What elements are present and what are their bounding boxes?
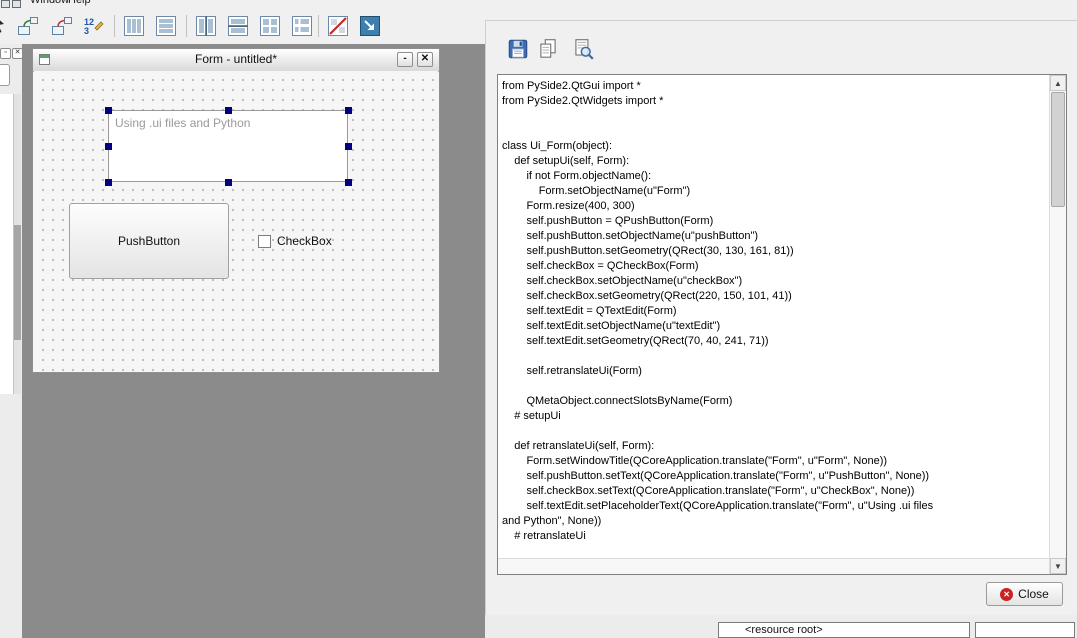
bottom-dock-strip: <resource root> xyxy=(485,615,1077,638)
form-window-title: Form - untitled* xyxy=(33,52,439,66)
edit-widgets-icon[interactable] xyxy=(0,14,14,38)
selection-handle-mid-right[interactable] xyxy=(345,143,352,150)
layout-horizontal-splitter-icon[interactable] xyxy=(194,14,218,38)
selection-handle-bottom-center[interactable] xyxy=(225,179,232,186)
scrollbar-thumb[interactable] xyxy=(1051,92,1065,207)
layout-horizontal-icon[interactable] xyxy=(122,14,146,38)
textedit-placeholder: Using .ui files and Python xyxy=(115,116,250,130)
form-window-titlebar[interactable]: Form - untitled* - ✕ xyxy=(33,49,439,72)
generated-code-text[interactable]: from PySide2.QtGui import * from PySide2… xyxy=(500,77,1047,556)
layout-vertical-icon[interactable] xyxy=(154,14,178,38)
selection-handle-top-right[interactable] xyxy=(345,107,352,114)
menu-window[interactable]: Window xyxy=(30,0,69,6)
selection-handle-bottom-right[interactable] xyxy=(345,179,352,186)
form-canvas[interactable]: Using .ui files and Python PushButton Ch… xyxy=(34,71,438,371)
horizontal-scrollbar[interactable] xyxy=(498,558,1049,574)
layout-grid-icon[interactable] xyxy=(258,14,282,38)
close-button[interactable]: ✕ xyxy=(417,52,433,67)
widget-filter-input[interactable] xyxy=(0,64,10,86)
dock-scrollbar-thumb[interactable] xyxy=(14,225,21,340)
widget-box-dock-fragment: ▫ ✕ xyxy=(0,44,22,638)
toolbar-separator xyxy=(318,15,319,37)
edit-tab-order-icon[interactable]: 12 3 xyxy=(82,14,106,38)
vertical-scrollbar[interactable]: ▲ ▼ xyxy=(1049,75,1066,574)
resource-side-pane[interactable] xyxy=(975,622,1075,638)
widget-list-fragment[interactable] xyxy=(0,94,14,394)
pushbutton-label: PushButton xyxy=(118,234,180,248)
selection-handle-bottom-left[interactable] xyxy=(105,179,112,186)
dock-scrollbar[interactable] xyxy=(14,94,21,394)
save-icon[interactable] xyxy=(506,37,530,61)
layout-vertical-splitter-icon[interactable] xyxy=(226,14,250,38)
edit-buddies-icon[interactable] xyxy=(50,14,74,38)
selection-handle-top-left[interactable] xyxy=(105,107,112,114)
window-close-icon[interactable] xyxy=(12,0,21,8)
window-restore-icon[interactable] xyxy=(1,0,10,8)
textedit-widget[interactable]: Using .ui files and Python xyxy=(108,110,348,182)
close-dialog-button[interactable]: ✕ Close xyxy=(986,582,1063,606)
layout-form-icon[interactable] xyxy=(290,14,314,38)
scroll-up-arrow[interactable]: ▲ xyxy=(1050,75,1066,91)
toolbar-separator xyxy=(114,15,115,37)
scroll-down-arrow[interactable]: ▼ xyxy=(1050,558,1066,574)
break-layout-icon[interactable] xyxy=(326,14,350,38)
dock-close-button[interactable]: ✕ xyxy=(12,48,23,59)
view-code-dialog: from PySide2.QtGui import * from PySide2… xyxy=(485,20,1077,615)
edit-signals-slots-icon[interactable] xyxy=(16,14,40,38)
copy-icon[interactable] xyxy=(536,37,560,61)
checkbox-widget[interactable]: CheckBox xyxy=(258,233,332,249)
toolbar-separator xyxy=(186,15,187,37)
close-icon: ✕ xyxy=(1000,588,1013,601)
checkbox-indicator[interactable] xyxy=(258,235,271,248)
menubar: Window Help xyxy=(0,0,1077,9)
pushbutton-widget[interactable]: PushButton xyxy=(69,203,229,279)
code-view[interactable]: from PySide2.QtGui import * from PySide2… xyxy=(497,74,1067,575)
svg-text:3: 3 xyxy=(84,26,89,36)
dock-float-button[interactable]: ▫ xyxy=(0,48,11,59)
selection-handle-mid-left[interactable] xyxy=(105,143,112,150)
form-editor-window: Form - untitled* - ✕ Using .ui files and… xyxy=(32,48,440,373)
resource-root-item[interactable]: <resource root> xyxy=(718,622,970,638)
adjust-size-icon[interactable] xyxy=(358,14,382,38)
close-button-label: Close xyxy=(1018,587,1049,601)
minimize-button[interactable]: - xyxy=(397,52,413,67)
checkbox-label: CheckBox xyxy=(277,234,332,248)
selection-handle-top-center[interactable] xyxy=(225,107,232,114)
find-icon[interactable] xyxy=(571,37,595,61)
menu-help[interactable]: Help xyxy=(68,0,91,6)
